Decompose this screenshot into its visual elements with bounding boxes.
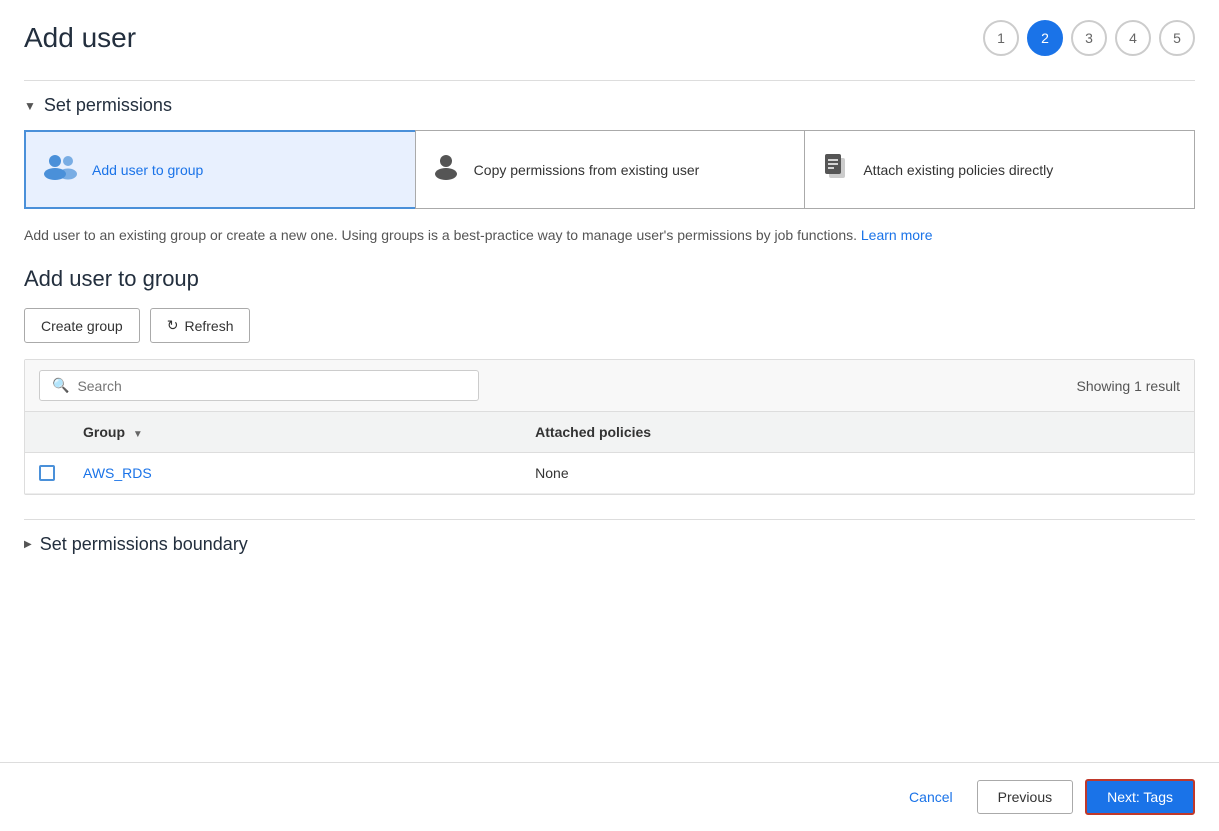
table-row[interactable]: AWS_RDS None <box>25 453 1194 494</box>
search-input[interactable] <box>77 378 466 394</box>
search-wrapper[interactable]: 🔍 <box>39 370 479 401</box>
boundary-label: Set permissions boundary <box>40 534 248 555</box>
set-permissions-boundary-section: ▶ Set permissions boundary <box>24 519 1195 569</box>
set-permissions-label: Set permissions <box>44 95 172 116</box>
action-buttons: Create group ↻ Refresh <box>24 308 1195 343</box>
step-4[interactable]: 4 <box>1115 20 1151 56</box>
cancel-button[interactable]: Cancel <box>897 781 965 813</box>
page-header: Add user 1 2 3 4 5 <box>24 20 1195 56</box>
policy-doc-icon <box>821 152 849 187</box>
learn-more-link[interactable]: Learn more <box>861 227 933 243</box>
groups-table: Group ▼ Attached policies <box>25 412 1194 494</box>
set-permissions-arrow: ▼ <box>24 99 36 113</box>
previous-button[interactable]: Previous <box>977 780 1073 814</box>
sort-icon: ▼ <box>133 429 143 440</box>
create-group-button[interactable]: Create group <box>24 308 140 343</box>
tab-copy-permissions[interactable]: Copy permissions from existing user <box>415 130 805 209</box>
table-header-row: Group ▼ Attached policies <box>25 412 1194 453</box>
tab-attach-policies[interactable]: Attach existing policies directly <box>804 130 1195 209</box>
set-permissions-header[interactable]: ▼ Set permissions <box>24 81 1195 130</box>
permission-tabs: Add user to group Copy permissions from … <box>24 130 1195 209</box>
tab-add-user-group-label: Add user to group <box>92 162 203 178</box>
step-3[interactable]: 3 <box>1071 20 1107 56</box>
step-indicators: 1 2 3 4 5 <box>983 20 1195 56</box>
table-toolbar: 🔍 Showing 1 result <box>25 360 1194 412</box>
tab-attach-policies-label: Attach existing policies directly <box>863 162 1053 178</box>
policies-column-header: Attached policies <box>521 412 1194 453</box>
tab-add-user-group[interactable]: Add user to group <box>24 130 415 209</box>
add-user-group-subtitle: Add user to group <box>24 266 1195 292</box>
groups-table-container: 🔍 Showing 1 result Group ▼ Attached poli… <box>24 359 1195 495</box>
permissions-info-text: Add user to an existing group or create … <box>24 225 1195 246</box>
set-permissions-section: ▼ Set permissions Add user to group <box>24 80 1195 246</box>
next-tags-button[interactable]: Next: Tags <box>1085 779 1195 815</box>
users-icon <box>42 152 78 187</box>
search-icon: 🔍 <box>52 377 69 394</box>
boundary-arrow: ▶ <box>24 539 32 550</box>
refresh-icon: ↻ <box>167 317 179 334</box>
tab-copy-permissions-label: Copy permissions from existing user <box>474 162 700 178</box>
select-all-header <box>25 412 69 453</box>
refresh-button[interactable]: ↻ Refresh <box>150 308 251 343</box>
attached-policies-cell: None <box>521 453 1194 494</box>
group-name-cell: AWS_RDS <box>69 453 521 494</box>
row-checkbox-cell[interactable] <box>25 453 69 494</box>
group-column-header[interactable]: Group ▼ <box>69 412 521 453</box>
group-link[interactable]: AWS_RDS <box>83 465 152 481</box>
footer: Cancel Previous Next: Tags <box>0 762 1219 831</box>
copy-user-icon <box>432 152 460 187</box>
page-title: Add user <box>24 22 136 54</box>
set-permissions-boundary-header[interactable]: ▶ Set permissions boundary <box>24 520 1195 569</box>
step-1[interactable]: 1 <box>983 20 1019 56</box>
step-5[interactable]: 5 <box>1159 20 1195 56</box>
result-count: Showing 1 result <box>1076 378 1180 394</box>
row-checkbox[interactable] <box>39 465 55 481</box>
step-2[interactable]: 2 <box>1027 20 1063 56</box>
